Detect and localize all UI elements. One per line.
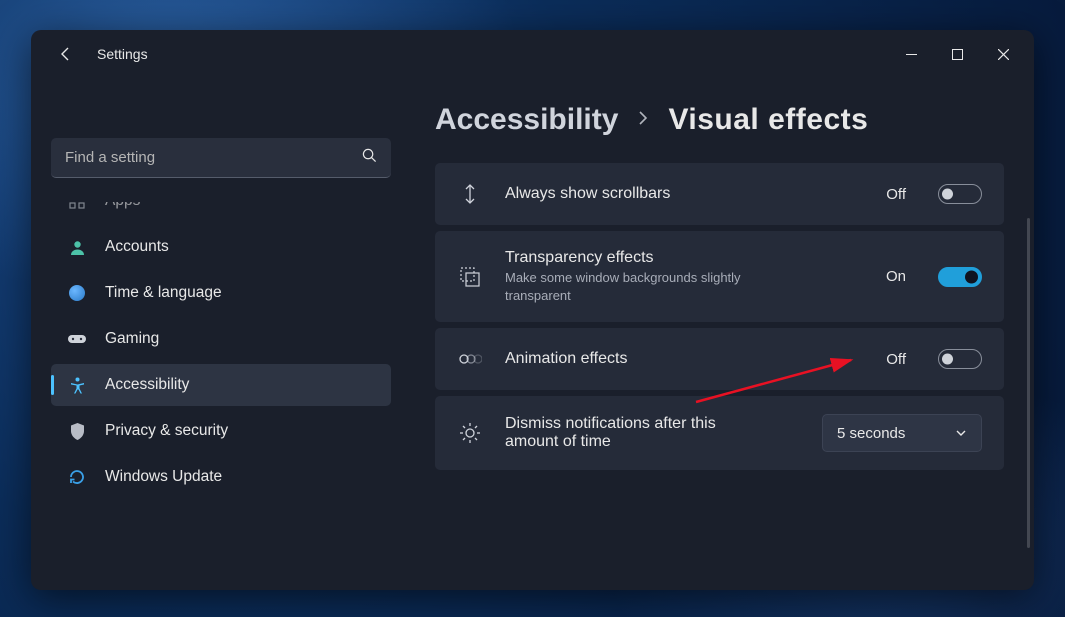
- setting-transparency-effects: Transparency effects Make some window ba…: [435, 231, 1004, 322]
- update-icon: [67, 467, 87, 487]
- toggle-state-label: On: [886, 268, 906, 285]
- sidebar-item-gaming[interactable]: Gaming: [51, 318, 391, 360]
- setting-always-show-scrollbars: Always show scrollbars Off: [435, 163, 1004, 225]
- animation-toggle[interactable]: [938, 349, 982, 369]
- transparency-toggle[interactable]: [938, 267, 982, 287]
- breadcrumb: Accessibility Visual effects: [435, 103, 1004, 137]
- minimize-icon: [906, 49, 917, 60]
- globe-clock-icon: [67, 283, 87, 303]
- window-title: Settings: [97, 46, 148, 62]
- notification-duration-dropdown[interactable]: 5 seconds: [822, 414, 982, 452]
- setting-title: Transparency effects: [505, 249, 864, 267]
- settings-list: Always show scrollbars Off Transparency …: [435, 163, 1004, 470]
- sidebar-item-label: Time & language: [105, 284, 222, 302]
- arrow-left-icon: [58, 46, 74, 62]
- person-icon: [67, 237, 87, 257]
- sidebar-item-time-language[interactable]: Time & language: [51, 272, 391, 314]
- sidebar-item-label: Privacy & security: [105, 422, 228, 440]
- close-button[interactable]: [980, 38, 1026, 70]
- toggle-state-label: Off: [886, 186, 906, 203]
- apps-icon: [67, 202, 87, 211]
- sidebar-item-apps[interactable]: Apps: [51, 202, 391, 222]
- animation-icon: [457, 346, 483, 372]
- accessibility-icon: [67, 375, 87, 395]
- sidebar-item-label: Accessibility: [105, 376, 189, 394]
- content-scrollbar[interactable]: [1027, 218, 1030, 548]
- sidebar-item-label: Apps: [105, 202, 140, 210]
- breadcrumb-parent[interactable]: Accessibility: [435, 103, 618, 137]
- minimize-button[interactable]: [888, 38, 934, 70]
- settings-window: Settings: [31, 30, 1034, 590]
- nav-list: Apps Accounts Time & language: [51, 202, 391, 498]
- transparency-icon: [457, 264, 483, 290]
- maximize-button[interactable]: [934, 38, 980, 70]
- scrollbar-icon: [457, 181, 483, 207]
- scrollbars-toggle[interactable]: [938, 184, 982, 204]
- sidebar-item-privacy-security[interactable]: Privacy & security: [51, 410, 391, 452]
- dropdown-value: 5 seconds: [837, 425, 905, 442]
- setting-title: Animation effects: [505, 350, 864, 368]
- search-input[interactable]: [51, 138, 391, 178]
- breadcrumb-current: Visual effects: [668, 103, 868, 137]
- toggle-state-label: Off: [886, 351, 906, 368]
- setting-description: Make some window backgrounds slightly tr…: [505, 269, 765, 304]
- sidebar: Apps Accounts Time & language: [31, 78, 411, 590]
- chevron-down-icon: [955, 427, 967, 439]
- setting-animation-effects: Animation effects Off: [435, 328, 1004, 390]
- sidebar-item-label: Accounts: [105, 238, 169, 256]
- close-icon: [998, 49, 1009, 60]
- titlebar: Settings: [31, 30, 1034, 78]
- setting-title: Dismiss notifications after this amount …: [505, 415, 755, 451]
- sidebar-item-label: Gaming: [105, 330, 159, 348]
- sidebar-item-windows-update[interactable]: Windows Update: [51, 456, 391, 498]
- brightness-icon: [457, 420, 483, 446]
- setting-dismiss-notifications: Dismiss notifications after this amount …: [435, 396, 1004, 470]
- gamepad-icon: [67, 329, 87, 349]
- search-container: [51, 138, 391, 178]
- back-button[interactable]: [49, 37, 83, 71]
- content-pane: Accessibility Visual effects Always show…: [411, 78, 1034, 590]
- sidebar-item-label: Windows Update: [105, 468, 222, 486]
- shield-icon: [67, 421, 87, 441]
- window-controls: [888, 38, 1026, 70]
- chevron-right-icon: [636, 111, 650, 130]
- sidebar-item-accessibility[interactable]: Accessibility: [51, 364, 391, 406]
- setting-title: Always show scrollbars: [505, 185, 864, 203]
- maximize-icon: [952, 49, 963, 60]
- sidebar-item-accounts[interactable]: Accounts: [51, 226, 391, 268]
